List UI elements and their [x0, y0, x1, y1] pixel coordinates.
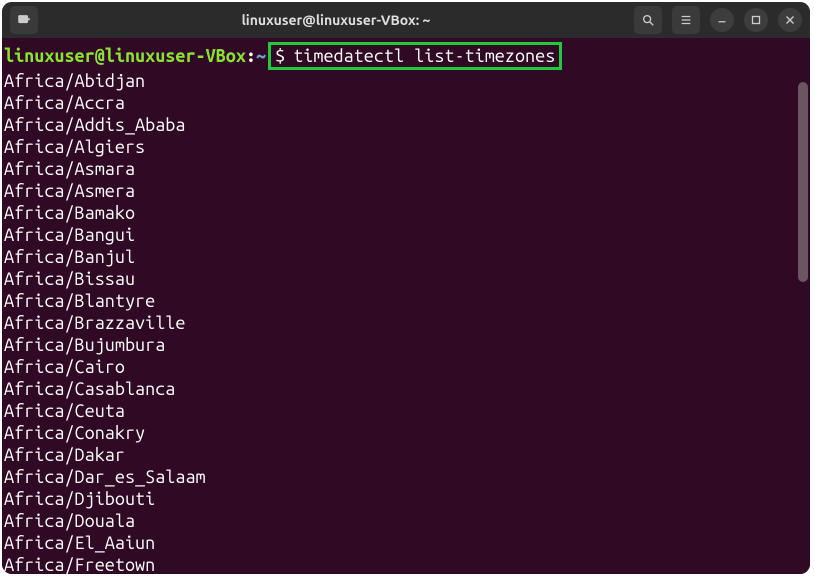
output-line: Africa/Ceuta: [4, 400, 806, 422]
output-line: Africa/Conakry: [4, 422, 806, 444]
terminal-output: Africa/AbidjanAfrica/AccraAfrica/Addis_A…: [4, 70, 806, 574]
maximize-button[interactable]: [744, 8, 768, 32]
output-line: Africa/Bissau: [4, 268, 806, 290]
prompt-symbol: $: [275, 45, 285, 67]
search-button[interactable]: [634, 6, 662, 34]
output-line: Africa/Asmera: [4, 180, 806, 202]
scrollbar-thumb[interactable]: [798, 82, 808, 282]
output-line: Africa/Bujumbura: [4, 334, 806, 356]
output-line: Africa/Douala: [4, 510, 806, 532]
close-button[interactable]: [778, 8, 802, 32]
menu-button[interactable]: [672, 6, 700, 34]
output-line: Africa/Freetown: [4, 554, 806, 574]
titlebar: linuxuser@linuxuser-VBox: ~: [2, 2, 810, 38]
output-line: Africa/Addis_Ababa: [4, 114, 806, 136]
prompt-path: ~: [256, 45, 266, 67]
output-line: Africa/Cairo: [4, 356, 806, 378]
minimize-button[interactable]: [710, 8, 734, 32]
output-line: Africa/Dar_es_Salaam: [4, 466, 806, 488]
prompt-userhost: linuxuser@linuxuser-VBox: [4, 45, 246, 67]
output-line: Africa/El_Aaiun: [4, 532, 806, 554]
output-line: Africa/Algiers: [4, 136, 806, 158]
output-line: Africa/Blantyre: [4, 290, 806, 312]
command-highlight-box: $ timedatectl list-timezones: [268, 42, 562, 70]
prompt-colon: :: [246, 45, 256, 67]
new-tab-button[interactable]: [10, 6, 38, 34]
output-line: Africa/Asmara: [4, 158, 806, 180]
output-line: Africa/Bangui: [4, 224, 806, 246]
terminal-body[interactable]: linuxuser@linuxuser-VBox:~ $ timedatectl…: [2, 38, 810, 574]
output-line: Africa/Djibouti: [4, 488, 806, 510]
output-line: Africa/Abidjan: [4, 70, 806, 92]
window-title: linuxuser@linuxuser-VBox: ~: [44, 12, 628, 28]
terminal-window: linuxuser@linuxuser-VBox: ~ linuxuser@li…: [2, 2, 810, 574]
command-text: timedatectl list-timezones: [293, 45, 555, 67]
output-line: Africa/Casablanca: [4, 378, 806, 400]
output-line: Africa/Bamako: [4, 202, 806, 224]
prompt-line: linuxuser@linuxuser-VBox:~ $ timedatectl…: [4, 42, 806, 70]
output-line: Africa/Accra: [4, 92, 806, 114]
output-line: Africa/Banjul: [4, 246, 806, 268]
output-line: Africa/Brazzaville: [4, 312, 806, 334]
output-line: Africa/Dakar: [4, 444, 806, 466]
